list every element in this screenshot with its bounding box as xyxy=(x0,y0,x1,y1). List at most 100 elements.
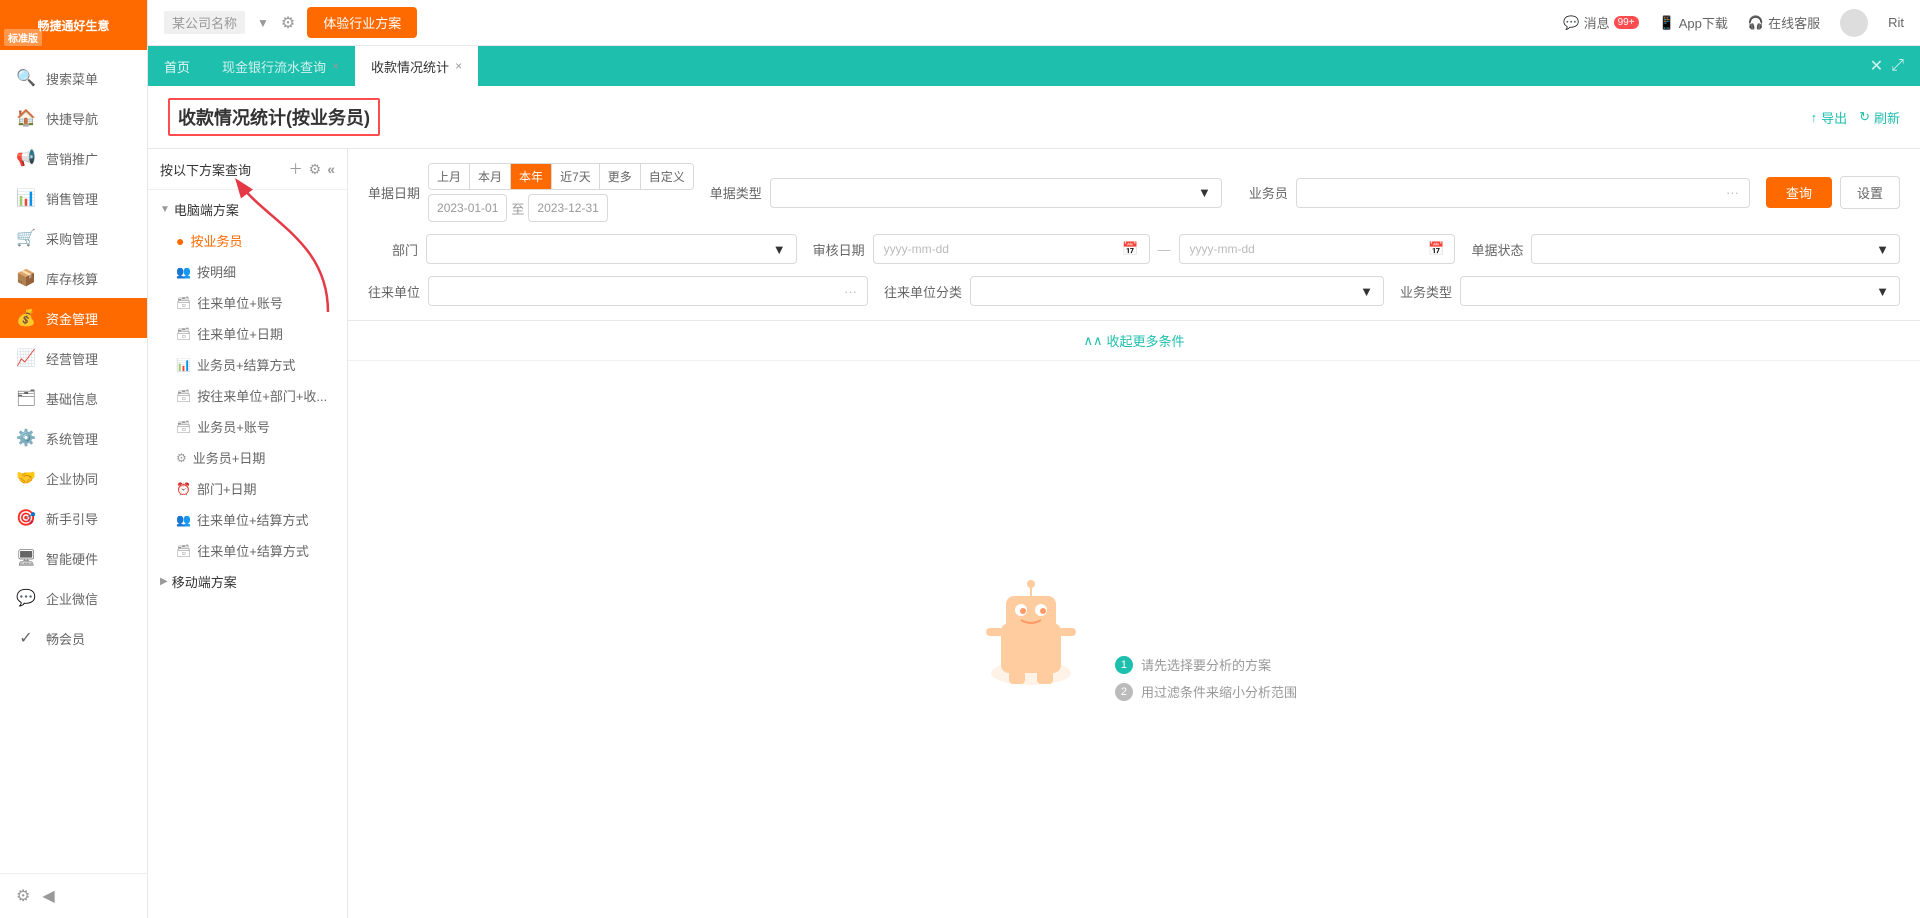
review-date-start-calendar-icon[interactable]: 📅 xyxy=(1122,241,1138,257)
empty-state: 1 请先选择要分析的方案 2 用过滤条件来缩小分析范围 xyxy=(348,361,1920,918)
sidebar-item-sales[interactable]: 📊 销售管理 xyxy=(0,178,147,218)
collapse-sidebar-icon[interactable]: ◀ xyxy=(42,886,54,906)
system-icon: ⚙️ xyxy=(16,428,36,448)
scheme-item-salesperson-date[interactable]: ⚙ 业务员+日期 xyxy=(148,442,347,473)
sidebar-item-inventory[interactable]: 📦 库存核算 xyxy=(0,258,147,298)
date-start-value: 2023-01-01 xyxy=(437,201,498,215)
tab-home-label: 首页 xyxy=(164,57,190,76)
settings-bottom-icon[interactable]: ⚙ xyxy=(16,886,30,906)
scheme-group-mobile-label: 移动端方案 xyxy=(172,572,237,591)
app-download-item[interactable]: 📱 App下载 xyxy=(1659,13,1728,32)
collapse-bar[interactable]: ∧∧ 收起更多条件 xyxy=(348,321,1920,361)
tab-collection-stats[interactable]: 收款情况统计 × xyxy=(355,46,478,86)
query-button[interactable]: 查询 xyxy=(1766,177,1832,208)
date-end-input[interactable]: 2023-12-31 xyxy=(528,194,607,222)
sidebar-item-quick-nav[interactable]: 🏠 快捷导航 xyxy=(0,98,147,138)
sidebar-item-marketing[interactable]: 📢 营销推广 xyxy=(0,138,147,178)
sidebar-item-search[interactable]: 🔍 搜索菜单 xyxy=(0,58,147,98)
scheme-item-partner-date[interactable]: 🗃 往来单位+日期 xyxy=(148,318,347,349)
scheme-settings-icon[interactable]: ⚙ xyxy=(309,161,322,178)
date-start-input[interactable]: 2023-01-01 xyxy=(428,194,507,222)
scheme-group-mobile-header[interactable]: ▶ 移动端方案 xyxy=(148,566,347,597)
sidebar-item-enterprise[interactable]: 🤝 企业协同 xyxy=(0,458,147,498)
date-input-row: 2023-01-01 至 2023-12-31 xyxy=(428,194,694,222)
sidebar: 畅捷通好生意 标准版 🔍 搜索菜单 🏠 快捷导航 📢 营销推广 📊 销售管理 🛒… xyxy=(0,0,148,918)
scheme-collapse-icon[interactable]: « xyxy=(327,161,335,177)
page-title: 收款情况统计(按业务员) xyxy=(178,108,370,128)
date-tab-custom[interactable]: 自定义 xyxy=(641,164,693,189)
scheme-item-salesperson-account[interactable]: 🗃 业务员+账号 xyxy=(148,411,347,442)
scheme-group-desktop-label: 电脑端方案 xyxy=(174,200,239,219)
group-arrow-down-icon: ▼ xyxy=(160,204,170,215)
sidebar-item-system[interactable]: ⚙️ 系统管理 xyxy=(0,418,147,458)
date-tab-thisyear[interactable]: 本年 xyxy=(511,164,552,189)
scheme-item-partner-settlement1[interactable]: 👥 往来单位+结算方式 xyxy=(148,504,347,535)
scheme-group-desktop: ▼ 电脑端方案 ● 按业务员 👥 按明细 🗃 xyxy=(148,194,347,566)
doc-status-input[interactable]: ▼ xyxy=(1531,234,1900,264)
tab-home[interactable]: 首页 xyxy=(148,46,206,86)
tab-close-all-icon[interactable]: ✕ xyxy=(1870,56,1883,76)
scheme-add-icon[interactable]: ＋ xyxy=(289,159,303,179)
doc-date-label: 单据日期 xyxy=(368,183,420,202)
robot-svg xyxy=(971,578,1091,698)
scheme-item-dept-date[interactable]: ⏰ 部门+日期 xyxy=(148,473,347,504)
refresh-button[interactable]: ↻ 刷新 xyxy=(1859,108,1900,127)
trial-button[interactable]: 体验行业方案 xyxy=(307,7,417,38)
date-tab-thismonth[interactable]: 本月 xyxy=(470,164,511,189)
date-tab-7days[interactable]: 近7天 xyxy=(552,164,600,189)
date-tab-lastmonth[interactable]: 上月 xyxy=(429,164,470,189)
salesperson-input[interactable]: ··· xyxy=(1296,178,1750,208)
wechat-icon: 💬 xyxy=(16,588,36,608)
review-date-end-calendar-icon[interactable]: 📅 xyxy=(1428,241,1444,257)
tab-collection-close-icon[interactable]: × xyxy=(455,59,462,73)
sidebar-item-newbie[interactable]: 🎯 新手引导 xyxy=(0,498,147,538)
scheme-group-desktop-header[interactable]: ▼ 电脑端方案 xyxy=(148,194,347,225)
review-date-start-placeholder: yyyy-mm-dd xyxy=(884,242,949,256)
review-date-end-input[interactable]: yyyy-mm-dd 📅 xyxy=(1179,234,1456,264)
settings-button[interactable]: 设置 xyxy=(1840,176,1900,209)
biz-type-input[interactable]: ▼ xyxy=(1460,276,1900,306)
basicinfo-icon: 🗂 xyxy=(16,388,36,408)
sidebar-item-finance[interactable]: 💰 资金管理 xyxy=(0,298,147,338)
scheme-label-ps1: 往来单位+结算方式 xyxy=(197,510,309,529)
header-gear-icon[interactable]: ⚙ xyxy=(281,13,295,33)
export-icon: ↑ xyxy=(1811,110,1818,125)
scheme-item-partner-dept[interactable]: 🗃 按往来单位+部门+收... xyxy=(148,380,347,411)
app-version: 标准版 xyxy=(4,29,42,46)
partner-input[interactable]: ··· xyxy=(428,276,868,306)
tab-collection-label: 收款情况统计 xyxy=(371,57,449,76)
partner-category-input[interactable]: ▼ xyxy=(970,276,1384,306)
sidebar-item-hardware[interactable]: 🖥 智能硬件 xyxy=(0,538,147,578)
scheme-label-sd: 业务员+日期 xyxy=(193,448,266,467)
tab-bank-flow[interactable]: 现金银行流水查询 × xyxy=(206,46,355,86)
company-dropdown-icon[interactable]: ▼ xyxy=(257,16,269,30)
scheme-item-partner-account[interactable]: 🗃 往来单位+账号 xyxy=(148,287,347,318)
sidebar-item-basic-info[interactable]: 🗂 基础信息 xyxy=(0,378,147,418)
doc-status-label: 单据状态 xyxy=(1471,240,1523,259)
partner-more-icon[interactable]: ··· xyxy=(844,284,857,299)
sidebar-item-member[interactable]: ✓ 畅会员 xyxy=(0,618,147,658)
dept-input[interactable]: ▼ xyxy=(426,234,797,264)
sidebar-item-wechat[interactable]: 💬 企业微信 xyxy=(0,578,147,618)
sidebar-item-operations[interactable]: 📈 经营管理 xyxy=(0,338,147,378)
partner-category-dropdown-icon: ▼ xyxy=(1360,284,1373,299)
scheme-icon-salesperson: ● xyxy=(176,233,184,249)
date-tab-more[interactable]: 更多 xyxy=(600,164,641,189)
sidebar-item-purchase[interactable]: 🛒 采购管理 xyxy=(0,218,147,258)
tab-expand-icon[interactable]: ⤢ xyxy=(1891,57,1904,75)
online-service-item[interactable]: 🎧 在线客服 xyxy=(1748,13,1820,32)
scheme-item-salesperson[interactable]: ● 按业务员 xyxy=(148,225,347,256)
scheme-item-partner-settlement2[interactable]: 🗃 往来单位+结算方式 xyxy=(148,535,347,566)
review-date-start-input[interactable]: yyyy-mm-dd 📅 xyxy=(873,234,1150,264)
scheme-item-detail[interactable]: 👥 按明细 xyxy=(148,256,347,287)
scheme-item-salesperson-settlement[interactable]: 📊 业务员+结算方式 xyxy=(148,349,347,380)
user-avatar[interactable] xyxy=(1840,9,1868,37)
tab-bankflow-close-icon[interactable]: × xyxy=(332,59,339,73)
salesperson-more-icon[interactable]: ··· xyxy=(1726,185,1739,200)
scheme-list: ▼ 电脑端方案 ● 按业务员 👥 按明细 🗃 xyxy=(148,190,347,918)
collapse-button[interactable]: ∧∧ 收起更多条件 xyxy=(1083,331,1184,350)
doc-type-input[interactable]: ▼ xyxy=(770,178,1222,208)
message-item[interactable]: 💬 消息 99+ xyxy=(1563,13,1638,32)
content-area: 收款情况统计(按业务员) ↑ 导出 ↻ 刷新 按以下方案查询 xyxy=(148,86,1920,918)
export-button[interactable]: ↑ 导出 xyxy=(1811,108,1848,127)
